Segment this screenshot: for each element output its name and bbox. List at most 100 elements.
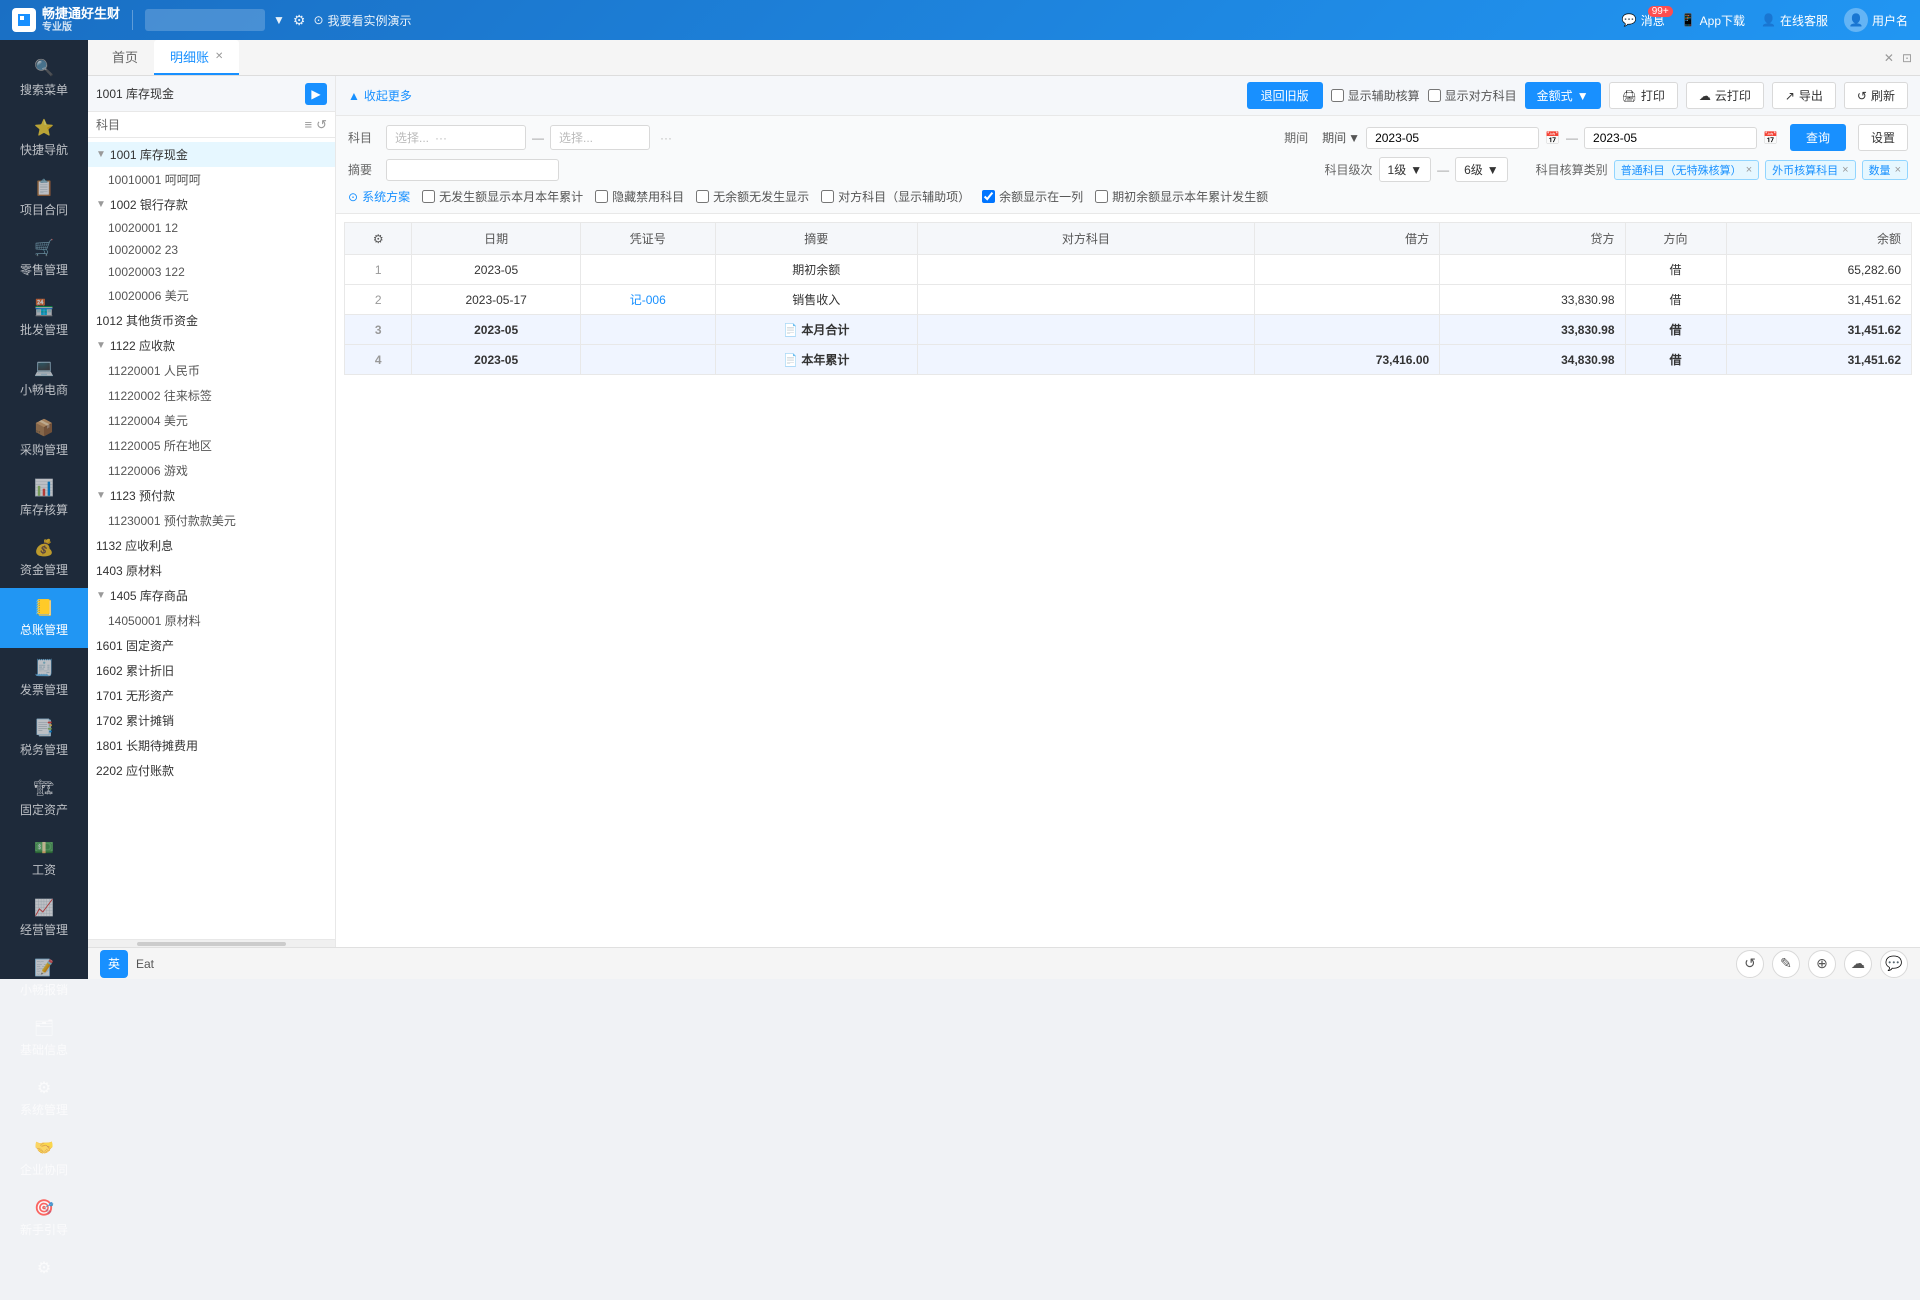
sidebar-item-quick-nav[interactable]: ⭐ 快捷导航 [0, 108, 88, 168]
subject-input-wrapper[interactable]: 选择... ··· [386, 125, 526, 150]
checkbox-no-balance-input[interactable] [696, 190, 709, 203]
expand-icon[interactable]: ⊡ [1902, 51, 1912, 65]
show-aux-checkbox[interactable] [1331, 89, 1344, 102]
sidebar-item-wholesale[interactable]: 🏪 批发管理 [0, 288, 88, 348]
level-end-select[interactable]: 6级 ▼ [1455, 157, 1508, 182]
tree-item-1132[interactable]: 1132 应收利息 [88, 533, 335, 558]
tab-home[interactable]: 首页 [96, 40, 154, 75]
period-start-input[interactable] [1366, 127, 1539, 149]
calendar-end-icon[interactable]: 📅 [1763, 131, 1778, 145]
sidebar-item-retail[interactable]: 🛒 零售管理 [0, 228, 88, 288]
sidebar-item-tax[interactable]: 📑 税务管理 [0, 708, 88, 768]
tree-item-10020006[interactable]: 10020006 美元 [88, 283, 335, 308]
tree-item-11230001[interactable]: 11230001 预付款款美元 [88, 508, 335, 533]
tree-item-14050001[interactable]: 14050001 原材料 [88, 608, 335, 633]
tree-item-1702[interactable]: 1702 累计摊销 [88, 708, 335, 733]
app-download-action[interactable]: 📱 App下载 [1681, 12, 1745, 29]
messages-action[interactable]: 💬 消息 99+ [1622, 12, 1665, 29]
tab-detail[interactable]: 明细账 ✕ [154, 40, 239, 75]
tree-item-11220005[interactable]: 11220005 所在地区 [88, 433, 335, 458]
tree-item-10020003[interactable]: 10020003 122 [88, 261, 335, 283]
gear-button[interactable]: ⚙ [293, 12, 306, 29]
tag-close-icon[interactable]: × [1842, 164, 1848, 176]
checkbox-contra-subject[interactable]: 对方科目（显示辅助项） [821, 188, 970, 205]
header-search-input[interactable] [145, 9, 265, 31]
tree-item-1405[interactable]: ▼ 1405 库存商品 [88, 583, 335, 608]
tag-close-icon[interactable]: × [1746, 164, 1752, 176]
sidebar-item-basic-info[interactable]: 🗂 基础信息 [0, 1008, 88, 1068]
tree-item-11220004[interactable]: 11220004 美元 [88, 408, 335, 433]
sidebar-item-purchase[interactable]: 📦 采购管理 [0, 408, 88, 468]
tree-item-11220006[interactable]: 11220006 游戏 [88, 458, 335, 483]
sidebar-item-search[interactable]: 🔍 搜索菜单 [0, 48, 88, 108]
checkbox-hide-disabled[interactable]: 隐藏禁用科目 [595, 188, 684, 205]
summary-input[interactable] [386, 159, 559, 181]
calendar-start-icon[interactable]: 📅 [1545, 131, 1560, 145]
period-end-input[interactable] [1584, 127, 1757, 149]
tree-item-1002[interactable]: ▼ 1002 银行存款 [88, 192, 335, 217]
checkbox-contra-subject-input[interactable] [821, 190, 834, 203]
amount-format-button[interactable]: 金额式 ▼ [1525, 82, 1601, 109]
sidebar-item-finance[interactable]: 💰 资金管理 [0, 528, 88, 588]
tree-item-10020002[interactable]: 10020002 23 [88, 239, 335, 261]
tree-item-1012[interactable]: 1012 其他货币资金 [88, 308, 335, 333]
close-window-icon[interactable]: ✕ [1884, 51, 1894, 65]
expand-filter-button[interactable]: ▲ 收起更多 [348, 87, 412, 104]
query-button[interactable]: 查询 [1790, 124, 1846, 151]
online-service-action[interactable]: 👤 在线客服 [1761, 12, 1828, 29]
sidebar-item-ecommerce[interactable]: 💻 小畅电商 [0, 348, 88, 408]
tree-item-1701[interactable]: 1701 无形资产 [88, 683, 335, 708]
tag-foreign-currency[interactable]: 外币核算科目 × [1765, 160, 1855, 180]
return-old-button[interactable]: 退回旧版 [1247, 82, 1323, 109]
tree-item-2202[interactable]: 2202 应付账款 [88, 758, 335, 783]
checkbox-balance-one-col[interactable]: 余额显示在一列 [982, 188, 1083, 205]
tab-close-icon[interactable]: ✕ [215, 51, 223, 62]
checkbox-no-amount[interactable]: 无发生额显示本月本年累计 [422, 188, 583, 205]
refresh-button[interactable]: ↺ 刷新 [1844, 82, 1908, 109]
bottom-action-5[interactable]: 💬 [1880, 950, 1908, 978]
tag-quantity[interactable]: 数量 × [1862, 160, 1908, 180]
sidebar-item-operations[interactable]: 📈 经营管理 [0, 888, 88, 948]
sidebar-item-cooperation[interactable]: 🤝 企业协同 [0, 1128, 88, 1188]
demo-link[interactable]: ⊙ 我要看实例演示 [313, 12, 411, 29]
lang-switch-button[interactable]: 英 [100, 950, 128, 978]
bottom-action-4[interactable]: ☁ [1844, 950, 1872, 978]
show-contra-checkbox-group[interactable]: 显示对方科目 [1428, 87, 1517, 104]
user-action[interactable]: 👤 用户名 [1844, 8, 1908, 32]
filter-settings-button[interactable]: 设置 [1858, 124, 1908, 151]
list-icon[interactable]: ≡ [305, 117, 313, 133]
bottom-action-1[interactable]: ↺ [1736, 950, 1764, 978]
tree-item-1601[interactable]: 1601 固定资产 [88, 633, 335, 658]
subject-more-dots[interactable]: ··· [660, 131, 672, 145]
level-start-select[interactable]: 1级 ▼ [1379, 157, 1432, 182]
refresh-tree-icon[interactable]: ↺ [316, 117, 327, 133]
sidebar-item-system[interactable]: ⚙ 系统管理 [0, 1068, 88, 1128]
period-type-select[interactable]: 期间 ▼ [1322, 129, 1360, 146]
export-button[interactable]: ↗ 导出 [1772, 82, 1836, 109]
account-nav-button[interactable]: ▶ [305, 83, 327, 105]
checkbox-no-amount-input[interactable] [422, 190, 435, 203]
tag-normal-subject[interactable]: 普通科目（无特殊核算） × [1614, 160, 1759, 180]
tree-item-10010001[interactable]: 10010001 呵呵呵 [88, 167, 335, 192]
checkbox-no-balance[interactable]: 无余额无发生显示 [696, 188, 809, 205]
bottom-action-2[interactable]: ✎ [1772, 950, 1800, 978]
sidebar-item-assets[interactable]: 🏗 固定资产 [0, 768, 88, 828]
show-aux-checkbox-group[interactable]: 显示辅助核算 [1331, 87, 1420, 104]
col-settings[interactable]: ⚙ [345, 223, 412, 255]
tree-item-1001[interactable]: ▼ 1001 库存现金 [88, 142, 335, 167]
sidebar-item-invoice[interactable]: 🧾 发票管理 [0, 648, 88, 708]
checkbox-opening-balance[interactable]: 期初余额显示本年累计发生额 [1095, 188, 1268, 205]
tree-item-1122[interactable]: ▼ 1122 应收款 [88, 333, 335, 358]
sidebar-item-settings[interactable]: ⚙ [33, 1248, 55, 1288]
show-contra-checkbox[interactable] [1428, 89, 1441, 102]
tree-item-11220001[interactable]: 11220001 人民币 [88, 358, 335, 383]
row-voucher[interactable]: 记-006 [580, 285, 715, 315]
bottom-action-3[interactable]: ⊕ [1808, 950, 1836, 978]
tree-item-11220002[interactable]: 11220002 往来标签 [88, 383, 335, 408]
subject-end-input[interactable]: 选择... [550, 125, 650, 150]
sidebar-item-project[interactable]: 📋 项目合同 [0, 168, 88, 228]
voucher-link[interactable]: 记-006 [630, 293, 666, 307]
sidebar-item-accounting[interactable]: 📒 总账管理 [0, 588, 88, 648]
sidebar-item-salary[interactable]: 💵 工资 [0, 828, 88, 888]
sidebar-item-sales-report[interactable]: 📝 小畅报销 [0, 948, 88, 1008]
